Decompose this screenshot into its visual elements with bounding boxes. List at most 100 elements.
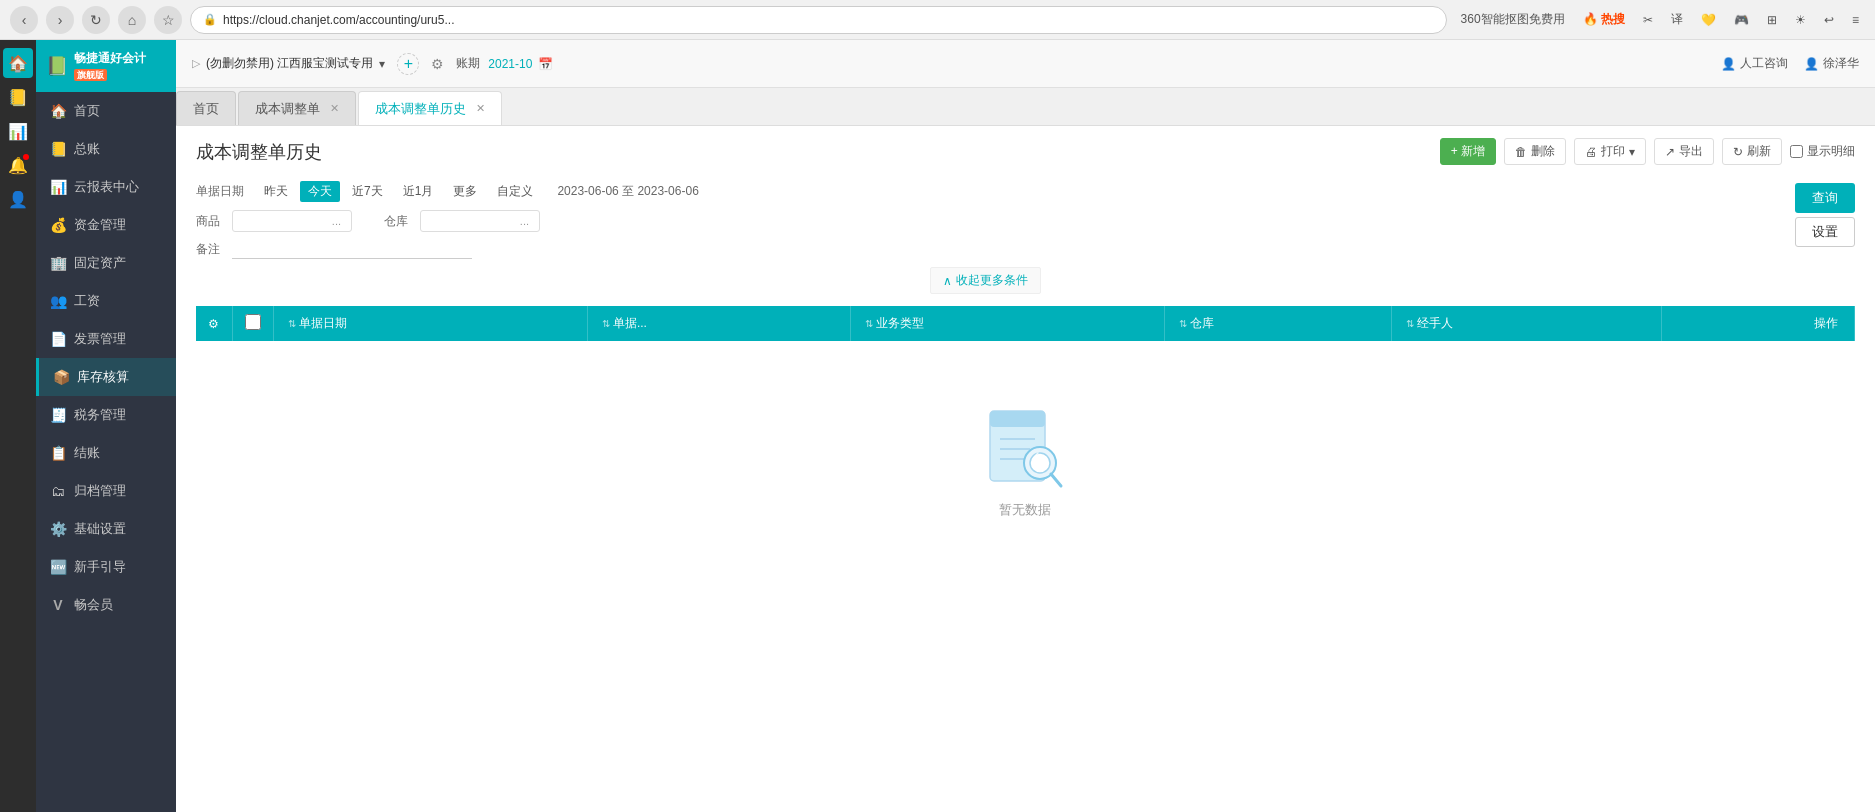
warehouse-dropdown[interactable]: ... — [420, 210, 540, 232]
tab-cost-adjustment-history-label: 成本调整单历史 — [375, 100, 466, 118]
filter-area: 单据日期 昨天 今天 近7天 近1月 更多 自定义 2023-06-06 至 2… — [196, 181, 1855, 294]
sidebar-item-funds[interactable]: 💰 资金管理 — [36, 206, 176, 244]
icon-bar-notify[interactable]: 🔔 — [3, 150, 33, 180]
th-biztype-sort-icon: ⇅ — [865, 318, 873, 329]
back-button[interactable]: ‹ — [10, 6, 38, 34]
archive-menu-icon: 🗂 — [50, 483, 66, 499]
shortcut-7days[interactable]: 近7天 — [344, 181, 391, 202]
sidebar-item-inventory[interactable]: 📦 库存核算 — [36, 358, 176, 396]
browser-bar: ‹ › ↻ ⌂ ☆ 🔒 https://cloud.chanjet.com/ac… — [0, 0, 1875, 40]
inventory-menu-icon: 📦 — [53, 369, 69, 385]
export-label: 导出 — [1679, 143, 1703, 160]
game-tool[interactable]: 🎮 — [1728, 11, 1755, 29]
sidebar-item-home[interactable]: 🏠 首页 — [36, 92, 176, 130]
tab-cost-adjustment-history[interactable]: 成本调整单历史 ✕ — [358, 91, 502, 125]
display-cols-label: 显示明细 — [1807, 143, 1855, 160]
top-bar-left: ▷ (勿删勿禁用) 江西服宝测试专用 ▾ + ⚙ 账期 2021-10 📅 — [192, 53, 553, 75]
tab-cost-adjustment-close[interactable]: ✕ — [330, 102, 339, 115]
user-profile-btn[interactable]: 👤 徐泽华 — [1804, 55, 1859, 72]
select-all-checkbox[interactable] — [245, 314, 261, 330]
goods-dropdown[interactable]: ... — [232, 210, 352, 232]
sidebar-item-reports[interactable]: 📊 云报表中心 — [36, 168, 176, 206]
icon-bar-home[interactable]: 🏠 — [3, 48, 33, 78]
home-button[interactable]: ⌂ — [118, 6, 146, 34]
remark-input[interactable] — [232, 240, 472, 259]
sidebar-item-ledger[interactable]: 📒 总账 — [36, 130, 176, 168]
export-button[interactable]: ↗ 导出 — [1654, 138, 1714, 165]
tab-cost-adjustment[interactable]: 成本调整单 ✕ — [238, 91, 356, 125]
shortcut-today[interactable]: 今天 — [300, 181, 340, 202]
wallet-tool[interactable]: 💛 — [1695, 11, 1722, 29]
table-container: ⚙ ⇅ 单据日期 ⇅ 单据... — [196, 306, 1855, 812]
browser-tools: 360智能抠图免费用 🔥 热搜 ✂ 译 💛 🎮 ⊞ ☀ ↩ ≡ — [1455, 9, 1865, 30]
translate-tool[interactable]: 译 — [1665, 9, 1689, 30]
icon-bar-ledger[interactable]: 📒 — [3, 82, 33, 112]
top-bar-right: 👤 人工咨询 👤 徐泽华 — [1721, 55, 1859, 72]
star-button[interactable]: ☆ — [154, 6, 182, 34]
shortcut-custom[interactable]: 自定义 — [489, 181, 541, 202]
search-tool[interactable]: 360智能抠图免费用 — [1455, 9, 1571, 30]
th-biztype[interactable]: ⇅ 业务类型 — [850, 306, 1164, 341]
company-settings-icon[interactable]: ⚙ — [431, 56, 444, 72]
url-bar[interactable]: 🔒 https://cloud.chanjet.com/accounting/u… — [190, 6, 1447, 34]
sidebar-item-archive[interactable]: 🗂 归档管理 — [36, 472, 176, 510]
sidebar-item-settings-label: 基础设置 — [74, 520, 126, 538]
th-actions: 操作 — [1662, 306, 1855, 341]
period-info: 账期 2021-10 📅 — [456, 55, 553, 72]
brightness-tool[interactable]: ☀ — [1789, 11, 1812, 29]
th-voucher[interactable]: ⇅ 单据... — [587, 306, 850, 341]
query-button[interactable]: 查询 — [1795, 183, 1855, 213]
add-company-button[interactable]: + — [397, 53, 419, 75]
display-cols-checkbox[interactable]: 显示明细 — [1790, 143, 1855, 160]
sidebar-item-settings[interactable]: ⚙️ 基础设置 — [36, 510, 176, 548]
calendar-icon[interactable]: 📅 — [538, 57, 553, 71]
th-date-sort-icon: ⇅ — [288, 318, 296, 329]
hot-search[interactable]: 🔥 热搜 — [1577, 9, 1631, 30]
collapse-button[interactable]: ∧ 收起更多条件 — [930, 267, 1041, 294]
sidebar-item-tax[interactable]: 🧾 税务管理 — [36, 396, 176, 434]
refresh-button[interactable]: ↻ 刷新 — [1722, 138, 1782, 165]
icon-bar-user[interactable]: 👤 — [3, 184, 33, 214]
sidebar-item-closing[interactable]: 📋 结账 — [36, 434, 176, 472]
tax-menu-icon: 🧾 — [50, 407, 66, 423]
scissors-tool[interactable]: ✂ — [1637, 11, 1659, 29]
svg-line-7 — [1051, 474, 1061, 486]
tab-home[interactable]: 首页 — [176, 91, 236, 125]
sidebar-item-fixed-assets[interactable]: 🏢 固定资产 — [36, 244, 176, 282]
grid-tool[interactable]: ⊞ — [1761, 11, 1783, 29]
icon-bar-chart[interactable]: 📊 — [3, 116, 33, 146]
th-date[interactable]: ⇅ 单据日期 — [273, 306, 587, 341]
tab-cost-adjustment-history-close[interactable]: ✕ — [476, 102, 485, 115]
display-cols-input[interactable] — [1790, 145, 1803, 158]
sidebar-item-membership[interactable]: V 畅会员 — [36, 586, 176, 624]
sidebar-item-payroll[interactable]: 👥 工资 — [36, 282, 176, 320]
shortcut-yesterday[interactable]: 昨天 — [256, 181, 296, 202]
print-button[interactable]: 🖨 打印 ▾ — [1574, 138, 1646, 165]
menu-tool[interactable]: ≡ — [1846, 11, 1865, 29]
forward-button[interactable]: › — [46, 6, 74, 34]
th-warehouse[interactable]: ⇅ 仓库 — [1164, 306, 1391, 341]
company-selector[interactable]: ▷ (勿删勿禁用) 江西服宝测试专用 ▾ — [192, 55, 385, 72]
logo-icon: 📗 — [46, 55, 68, 77]
settings-button[interactable]: 设置 — [1795, 217, 1855, 247]
icon-bar: 🏠 📒 📊 🔔 👤 — [0, 40, 36, 812]
refresh-button[interactable]: ↻ — [82, 6, 110, 34]
th-handler[interactable]: ⇅ 经手人 — [1391, 306, 1661, 341]
th-checkbox[interactable] — [232, 306, 273, 341]
sidebar-menu: 🏠 首页 📒 总账 📊 云报表中心 💰 资金管理 🏢 固定资产 👥 工资 — [36, 92, 176, 812]
delete-button[interactable]: 🗑 删除 — [1504, 138, 1566, 165]
shortcut-1month[interactable]: 近1月 — [395, 181, 442, 202]
empty-state: 暂无数据 — [196, 341, 1855, 579]
goods-more: ... — [332, 215, 341, 227]
table-gear-icon[interactable]: ⚙ — [208, 317, 219, 331]
customer-service-btn[interactable]: 👤 人工咨询 — [1721, 55, 1788, 72]
export-icon: ↗ — [1665, 145, 1675, 159]
filter-row-date: 单据日期 昨天 今天 近7天 近1月 更多 自定义 2023-06-06 至 2… — [196, 181, 1775, 202]
undo-tool[interactable]: ↩ — [1818, 11, 1840, 29]
sidebar-item-home-label: 首页 — [74, 102, 100, 120]
new-button[interactable]: + 新增 — [1440, 138, 1496, 165]
sidebar-item-invoice[interactable]: 📄 发票管理 — [36, 320, 176, 358]
shortcut-more[interactable]: 更多 — [445, 181, 485, 202]
sidebar-item-guide[interactable]: 🆕 新手引导 — [36, 548, 176, 586]
th-settings[interactable]: ⚙ — [196, 306, 232, 341]
